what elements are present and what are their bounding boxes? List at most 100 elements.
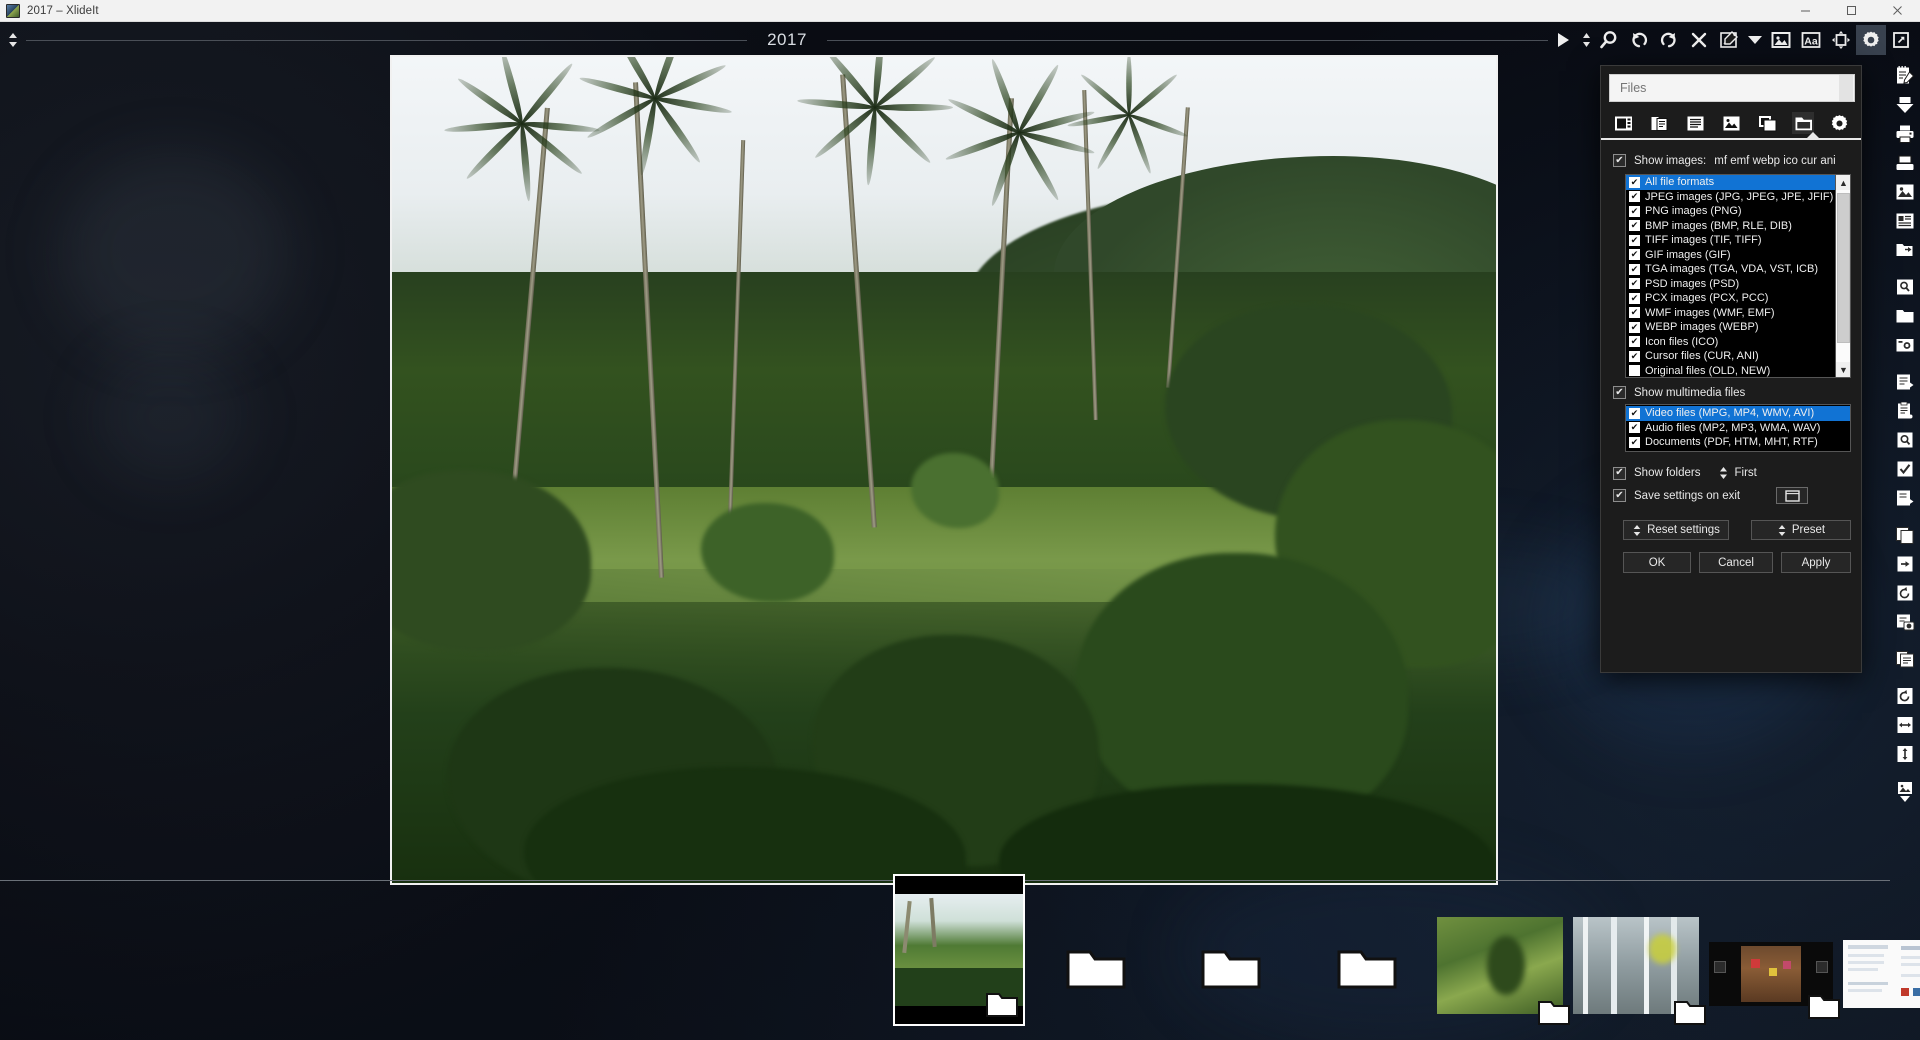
thumb-photo-meadow[interactable] [1437, 917, 1570, 1025]
format-checkbox[interactable] [1629, 191, 1640, 203]
printer-icon[interactable] [1891, 120, 1919, 148]
thumb-photo-birches[interactable] [1573, 917, 1706, 1025]
files-search-box[interactable] [1609, 74, 1855, 102]
folder-export-icon[interactable] [1891, 236, 1919, 264]
format-row[interactable]: Original files (OLD, NEW) [1626, 364, 1835, 378]
image-icon[interactable] [1766, 25, 1796, 55]
format-row[interactable]: PSD images (PSD) [1626, 277, 1835, 292]
format-row[interactable]: TIFF images (TIF, TIFF) [1626, 233, 1835, 248]
format-checkbox[interactable] [1629, 336, 1640, 348]
format-row[interactable]: PCX images (PCX, PCC) [1626, 291, 1835, 306]
tab-image[interactable] [1720, 112, 1742, 134]
tab-list[interactable] [1684, 112, 1706, 134]
show-multimedia-row[interactable]: Show multimedia files [1613, 386, 1745, 399]
format-checkbox[interactable] [1629, 321, 1640, 333]
close-button[interactable] [1874, 0, 1920, 22]
refresh-circle-icon[interactable] [1891, 682, 1919, 710]
tab-settings[interactable] [1828, 112, 1850, 134]
format-row[interactable]: WMF images (WMF, EMF) [1626, 306, 1835, 321]
settings-gear-icon[interactable] [1856, 25, 1887, 55]
format-checkbox[interactable] [1629, 307, 1640, 319]
filmstrip[interactable] [0, 874, 1920, 1040]
format-row[interactable]: TGA images (TGA, VDA, VST, ICB) [1626, 262, 1835, 277]
duplicate-list-icon[interactable] [1891, 645, 1919, 673]
format-checkbox[interactable] [1629, 205, 1640, 217]
file-import-icon[interactable] [1891, 484, 1919, 512]
format-row[interactable]: Icon files (ICO) [1626, 335, 1835, 350]
format-checkbox[interactable] [1629, 220, 1640, 232]
file-move-icon[interactable] [1891, 550, 1919, 578]
multimedia-row[interactable]: Documents (PDF, HTM, MHT, RTF) [1626, 435, 1850, 450]
search-input[interactable] [1610, 81, 1839, 95]
file-formats-list[interactable]: All file formats JPEG images (JPG, JPEG,… [1625, 174, 1851, 378]
multimedia-checkbox[interactable] [1629, 422, 1640, 434]
multimedia-checkbox[interactable] [1629, 407, 1640, 419]
resize-move-icon[interactable] [1826, 25, 1856, 55]
thumb-folder-2[interactable] [1200, 944, 1262, 992]
show-images-row[interactable]: Show images: mf emf webp ico cur ani [1613, 154, 1836, 167]
copy-icon[interactable] [1891, 521, 1919, 549]
external-window-icon[interactable] [1886, 25, 1916, 55]
format-row[interactable]: Cursor files (CUR, ANI) [1626, 349, 1835, 364]
thumb-folder-1[interactable] [1065, 944, 1127, 992]
format-row[interactable]: PNG images (PNG) [1626, 204, 1835, 219]
format-row[interactable]: WEBP images (WEBP) [1626, 320, 1835, 335]
folder-icon[interactable] [1891, 302, 1919, 330]
resize-vertical-icon[interactable] [1891, 740, 1919, 768]
format-row[interactable]: BMP images (BMP, RLE, DIB) [1626, 219, 1835, 234]
format-checkbox[interactable] [1629, 292, 1640, 304]
search-page-icon[interactable] [1891, 426, 1919, 454]
ok-button[interactable]: OK [1623, 552, 1691, 573]
camera-icon[interactable] [1891, 331, 1919, 359]
folder-order-stepper[interactable]: First [1718, 466, 1757, 480]
apply-button[interactable]: Apply [1781, 552, 1851, 573]
file-add-icon[interactable] [1891, 368, 1919, 396]
save-settings-checkbox[interactable] [1613, 489, 1626, 502]
format-checkbox[interactable] [1629, 249, 1640, 261]
format-checkbox[interactable] [1629, 350, 1640, 362]
list-details-icon[interactable] [1891, 207, 1919, 235]
main-image-viewer[interactable] [390, 55, 1498, 885]
preset-button[interactable]: Preset [1751, 520, 1851, 540]
show-images-checkbox[interactable] [1613, 154, 1626, 167]
thumb-photo-selected[interactable] [893, 874, 1025, 1026]
thumb-document[interactable] [1843, 940, 1920, 1008]
tab-layers[interactable] [1756, 112, 1778, 134]
multimedia-list[interactable]: Video files (MPG, MP4, WMV, AVI) Audio f… [1625, 404, 1851, 452]
rotate-left-icon[interactable] [1624, 25, 1654, 55]
search-file-icon[interactable] [1891, 273, 1919, 301]
updown-spinner-icon[interactable] [1578, 25, 1594, 55]
image-collapse-icon[interactable] [1891, 777, 1919, 809]
search-clear-button[interactable] [1839, 75, 1853, 101]
maximize-button[interactable] [1828, 0, 1874, 22]
tab-folder[interactable] [1792, 112, 1814, 134]
scanner-icon[interactable] [1891, 149, 1919, 177]
play-icon[interactable] [1548, 25, 1578, 55]
formats-scrollbar[interactable]: ▲ ▼ [1835, 175, 1850, 377]
tab-clipboard[interactable] [1648, 112, 1670, 134]
resize-horizontal-icon[interactable] [1891, 711, 1919, 739]
updown-spinner-icon[interactable] [1718, 466, 1729, 480]
minimize-button[interactable] [1782, 0, 1828, 22]
scrollbar-thumb[interactable] [1837, 193, 1850, 343]
cancel-button[interactable]: Cancel [1699, 552, 1773, 573]
text-font-icon[interactable]: Aa [1796, 25, 1826, 55]
checkbox-icon[interactable] [1891, 455, 1919, 483]
file-refresh-icon[interactable] [1891, 579, 1919, 607]
show-folders-row[interactable]: Show folders First [1613, 466, 1757, 480]
reset-settings-button[interactable]: Reset settings [1623, 520, 1729, 540]
download-arrow-icon[interactable] [1891, 91, 1919, 119]
clipboard-icon[interactable] [1891, 397, 1919, 425]
edit-note-icon[interactable] [1891, 62, 1919, 90]
scroll-up-arrow-icon[interactable]: ▲ [1836, 175, 1850, 190]
scroll-down-arrow-icon[interactable]: ▼ [1836, 362, 1850, 377]
format-checkbox[interactable] [1629, 176, 1640, 188]
file-camera-icon[interactable] [1891, 608, 1919, 636]
save-settings-window-button[interactable] [1776, 487, 1809, 504]
close-x-icon[interactable] [1684, 25, 1714, 55]
magnifier-icon[interactable] [1594, 25, 1624, 55]
image-icon[interactable] [1891, 178, 1919, 206]
thumb-folder-3[interactable] [1336, 944, 1398, 992]
format-checkbox[interactable] [1629, 263, 1640, 275]
settings-dialog[interactable]: Show images: mf emf webp ico cur ani All… [1600, 65, 1862, 673]
